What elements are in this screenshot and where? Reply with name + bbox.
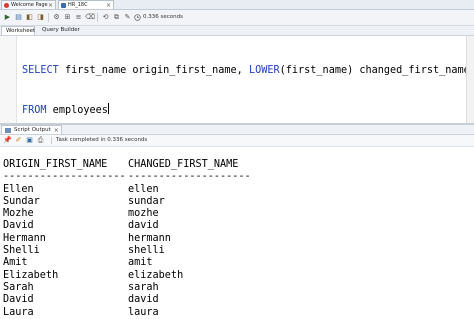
toolbar-divider xyxy=(48,13,49,22)
toolbar-divider xyxy=(51,137,52,144)
cell-origin-first-name: Hermann xyxy=(3,232,46,244)
sql-editor[interactable]: SELECT first_name origin_first_name, LOW… xyxy=(0,36,474,123)
separator: -------------------- xyxy=(3,171,126,183)
editor-scrollbar[interactable] xyxy=(466,36,474,123)
output-text: ORIGIN_FIRST_NAME CHANGED_FIRST_NAME ----… xyxy=(3,159,251,319)
code-text: first_name origin_first_name, xyxy=(58,65,249,76)
cell-changed-first-name: hermann xyxy=(128,232,171,244)
tab-worksheet[interactable]: Worksheet xyxy=(1,26,35,35)
cell-origin-first-name: Sundar xyxy=(3,195,40,207)
cell-origin-first-name: Ellen xyxy=(3,183,34,195)
keyword-select: SELECT xyxy=(22,65,59,76)
output-row: Sundar sundar xyxy=(3,196,251,208)
tab-welcome-page[interactable]: Welcome Page × xyxy=(1,0,56,9)
cell-origin-first-name: Laura xyxy=(3,306,34,318)
oracle-icon xyxy=(4,3,9,8)
autotrace-button[interactable]: ⚙ xyxy=(52,13,61,22)
cell-changed-first-name: laura xyxy=(128,306,159,318)
commit-button[interactable]: ◧ xyxy=(25,13,34,22)
unshared-sql-button[interactable]: ⧉ xyxy=(112,13,121,22)
keyword-lower: LOWER xyxy=(248,65,280,76)
document-tab-bar: Welcome Page × HR_18C × xyxy=(0,0,474,10)
task-status: Task completed in 0.336 seconds xyxy=(56,137,148,143)
close-icon[interactable]: × xyxy=(54,126,59,135)
eraser-icon[interactable]: ✐ xyxy=(14,136,23,145)
code-line: SELECT first_name origin_first_name, LOW… xyxy=(22,64,470,77)
output-row: Laura laura xyxy=(3,307,251,319)
output-tab-label: Script Output xyxy=(14,127,51,133)
format-button[interactable]: ≡ xyxy=(74,13,83,22)
clock-icon xyxy=(134,14,141,21)
script-output-pane[interactable]: ORIGIN_FIRST_NAME CHANGED_FIRST_NAME ----… xyxy=(0,147,474,318)
rollback-button[interactable]: ◨ xyxy=(36,13,45,22)
cell-changed-first-name: sundar xyxy=(128,195,165,207)
tab-hr-18c[interactable]: HR_18C × xyxy=(58,0,114,9)
sql-history-button[interactable]: ⟲ xyxy=(101,13,110,22)
cell-changed-first-name: ellen xyxy=(128,183,159,195)
execution-time: 0.336 seconds xyxy=(143,14,183,20)
cell-origin-first-name: Mozhe xyxy=(3,208,34,220)
output-row: Hermann hermann xyxy=(3,233,251,245)
text-caret xyxy=(107,103,109,114)
output-row: David david xyxy=(3,220,251,232)
cell-origin-first-name: David xyxy=(3,220,34,232)
cell-origin-first-name: David xyxy=(3,294,34,306)
code-text: (first_name) changed_first_name xyxy=(279,65,470,76)
run-statement-button[interactable]: ▶ xyxy=(3,13,12,22)
keyword-from: FROM xyxy=(22,105,47,116)
line-gutter xyxy=(0,36,17,123)
cell-changed-first-name: david xyxy=(128,294,159,306)
close-icon[interactable]: × xyxy=(48,1,53,10)
run-script-button[interactable]: ▤ xyxy=(14,13,23,22)
clear-button[interactable]: ⌫ xyxy=(85,13,95,22)
toolbar-divider xyxy=(97,13,98,22)
code-line: FROM employees xyxy=(22,103,470,117)
cell-changed-first-name: shelli xyxy=(128,245,165,257)
cell-changed-first-name: amit xyxy=(128,257,153,269)
worksheet-toolbar: ▶ ▤ ◧ ◨ ⚙ ⊞ ≡ ⌫ ⟲ ⧉ ✎ 0.336 seconds xyxy=(0,10,474,26)
close-icon[interactable]: × xyxy=(106,1,111,10)
database-connection-icon xyxy=(61,3,66,8)
output-row: David david xyxy=(3,294,251,306)
cell-origin-first-name: Sarah xyxy=(3,281,34,293)
output-row: Sarah sarah xyxy=(3,282,251,294)
cell-origin-first-name: Shelli xyxy=(3,245,40,257)
explain-plan-button[interactable]: ⊞ xyxy=(63,13,72,22)
header-origin-first-name: ORIGIN_FIRST_NAME xyxy=(3,159,108,170)
worksheet-subtabs: Worksheet Query Builder xyxy=(0,26,474,36)
output-tab-bar: Script Output × xyxy=(0,125,474,135)
output-header-row: ORIGIN_FIRST_NAME CHANGED_FIRST_NAME xyxy=(3,159,251,171)
tab-label: HR_18C xyxy=(68,2,88,8)
tab-label: Welcome Page xyxy=(11,2,48,8)
save-icon[interactable]: ▣ xyxy=(25,136,34,145)
code-text: employees xyxy=(46,105,108,116)
cell-changed-first-name: david xyxy=(128,220,159,232)
separator: -------------------- xyxy=(128,171,251,183)
cell-changed-first-name: sarah xyxy=(128,281,159,293)
output-row: Mozhe mozhe xyxy=(3,208,251,220)
print-icon[interactable]: ⎙ xyxy=(36,136,45,145)
cell-changed-first-name: elizabeth xyxy=(128,269,184,281)
cell-origin-first-name: Elizabeth xyxy=(3,269,59,281)
cell-origin-first-name: Amit xyxy=(3,257,28,269)
output-separator-row: -------------------- -------------------- xyxy=(3,171,251,183)
tab-query-builder[interactable]: Query Builder xyxy=(38,26,86,35)
output-row: Amit amit xyxy=(3,257,251,269)
header-changed-first-name: CHANGED_FIRST_NAME xyxy=(128,159,239,170)
tab-script-output[interactable]: Script Output × xyxy=(1,125,62,134)
cell-changed-first-name: mozhe xyxy=(128,208,159,220)
output-row: Elizabeth elizabeth xyxy=(3,270,251,282)
tuning-advisor-button[interactable]: ✎ xyxy=(123,13,132,22)
output-row: Shelli shelli xyxy=(3,245,251,257)
pin-icon[interactable]: 📌 xyxy=(3,136,12,145)
script-output-icon xyxy=(5,128,11,133)
output-row: Ellen ellen xyxy=(3,184,251,196)
output-toolbar: 📌 ✐ ▣ ⎙ Task completed in 0.336 seconds xyxy=(0,135,474,147)
